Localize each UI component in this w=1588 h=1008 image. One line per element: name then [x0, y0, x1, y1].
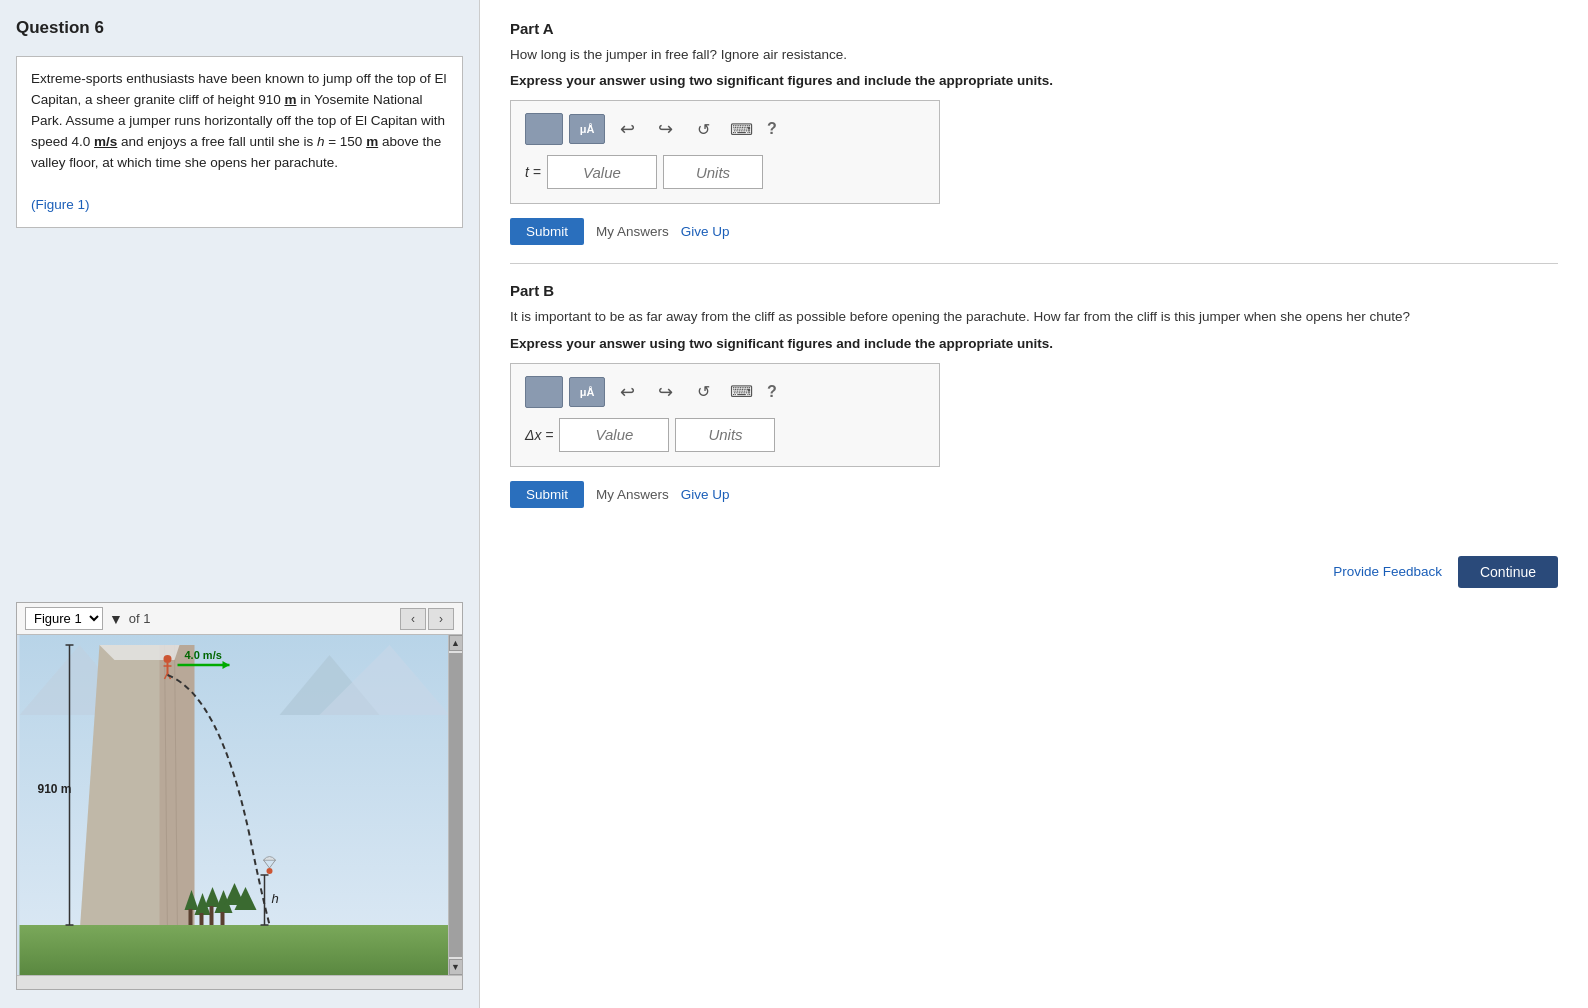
part-a-answer-box: μÅ ↩ ↪ ↺ ⌨ ? t = — [510, 100, 940, 204]
mu-icon-btn-a[interactable]: μÅ — [569, 114, 605, 144]
part-b-give-up-link[interactable]: Give Up — [681, 487, 730, 502]
redo-btn-b[interactable]: ↪ — [649, 377, 681, 407]
part-a-label: Part A — [510, 20, 1558, 37]
part-b-answer-label: Δx = — [525, 427, 553, 443]
part-b-section: Part B It is important to be as far away… — [510, 282, 1558, 525]
part-b-answer-row: Δx = — [525, 418, 925, 452]
figure-nav: ‹ › — [400, 608, 454, 630]
part-a-value-input[interactable] — [547, 155, 657, 189]
figure-select[interactable]: Figure 1 — [25, 607, 103, 630]
part-a-question: How long is the jumper in free fall? Ign… — [510, 45, 1558, 65]
scroll-down-btn[interactable]: ▼ — [449, 959, 463, 975]
svg-rect-9 — [20, 925, 460, 975]
part-b-submit-btn[interactable]: Submit — [510, 481, 584, 508]
provide-feedback-link[interactable]: Provide Feedback — [1333, 564, 1442, 579]
scroll-up-btn[interactable]: ▲ — [449, 635, 463, 651]
redo-btn-a[interactable]: ↪ — [649, 114, 681, 144]
figure-container: Figure 1 ▼ of 1 ‹ › — [16, 602, 463, 990]
figure-image-area: 4.0 m/s 910 m h — [17, 635, 462, 975]
part-a-units-input[interactable] — [663, 155, 763, 189]
bottom-actions: Provide Feedback Continue — [510, 546, 1558, 588]
svg-text:910 m: 910 m — [38, 782, 72, 796]
part-a-answer-label: t = — [525, 164, 541, 180]
figure-svg: 4.0 m/s 910 m h — [17, 635, 462, 975]
keyboard-btn-a[interactable]: ⌨ — [725, 114, 757, 144]
part-a-section: Part A How long is the jumper in free fa… — [510, 20, 1558, 263]
part-a-toolbar: μÅ ↩ ↪ ↺ ⌨ ? — [525, 113, 925, 145]
refresh-btn-b[interactable]: ↺ — [687, 377, 719, 407]
part-a-submit-btn[interactable]: Submit — [510, 218, 584, 245]
help-btn-a[interactable]: ? — [763, 120, 781, 138]
part-b-question: It is important to be as far away from t… — [510, 307, 1558, 327]
part-a-actions: Submit My Answers Give Up — [510, 218, 1558, 245]
svg-point-20 — [164, 655, 172, 663]
part-a-my-answers-link[interactable]: My Answers — [596, 224, 669, 239]
part-b-answer-box: μÅ ↩ ↪ ↺ ⌨ ? Δx = — [510, 363, 940, 467]
svg-text:h: h — [272, 891, 279, 906]
undo-btn-b[interactable]: ↩ — [611, 377, 643, 407]
help-btn-b[interactable]: ? — [763, 383, 781, 401]
figure-toolbar: Figure 1 ▼ of 1 ‹ › — [17, 603, 462, 635]
undo-btn-a[interactable]: ↩ — [611, 114, 643, 144]
grid-icon-btn-b[interactable] — [525, 376, 563, 408]
part-b-my-answers-link[interactable]: My Answers — [596, 487, 669, 502]
part-divider — [510, 263, 1558, 264]
part-b-value-input[interactable] — [559, 418, 669, 452]
svg-rect-16 — [189, 909, 193, 925]
part-b-toolbar: μÅ ↩ ↪ ↺ ⌨ ? — [525, 376, 925, 408]
refresh-btn-a[interactable]: ↺ — [687, 114, 719, 144]
right-panel: Part A How long is the jumper in free fa… — [480, 0, 1588, 1008]
svg-point-36 — [267, 868, 273, 874]
svg-text:4.0 m/s: 4.0 m/s — [185, 649, 222, 661]
figure-of: of 1 — [129, 611, 151, 626]
question-text-box: Extreme-sports enthusiasts have been kno… — [16, 56, 463, 228]
part-a-instruction: Express your answer using two significan… — [510, 73, 1558, 88]
part-b-actions: Submit My Answers Give Up — [510, 481, 1558, 508]
figure-hscrollbar[interactable] — [17, 975, 462, 989]
keyboard-btn-b[interactable]: ⌨ — [725, 377, 757, 407]
left-panel: Question 6 Extreme-sports enthusiasts ha… — [0, 0, 480, 1008]
svg-rect-18 — [210, 906, 214, 925]
grid-icon-btn-a[interactable] — [525, 113, 563, 145]
mu-icon-btn-b[interactable]: μÅ — [569, 377, 605, 407]
part-b-units-input[interactable] — [675, 418, 775, 452]
scroll-thumb[interactable] — [449, 653, 463, 957]
continue-btn[interactable]: Continue — [1458, 556, 1558, 588]
question-title: Question 6 — [16, 18, 463, 38]
figure-link[interactable]: (Figure 1) — [31, 197, 90, 212]
part-b-label: Part B — [510, 282, 1558, 299]
svg-rect-17 — [200, 913, 204, 925]
part-a-answer-row: t = — [525, 155, 925, 189]
question-text: Extreme-sports enthusiasts have been kno… — [31, 71, 446, 170]
part-b-instruction: Express your answer using two significan… — [510, 336, 1558, 351]
figure-next-btn[interactable]: › — [428, 608, 454, 630]
svg-rect-19 — [221, 912, 225, 925]
figure-dropdown-icon: ▼ — [109, 611, 123, 627]
part-a-give-up-link[interactable]: Give Up — [681, 224, 730, 239]
figure-scrollbar[interactable]: ▲ ▼ — [448, 635, 462, 975]
figure-prev-btn[interactable]: ‹ — [400, 608, 426, 630]
